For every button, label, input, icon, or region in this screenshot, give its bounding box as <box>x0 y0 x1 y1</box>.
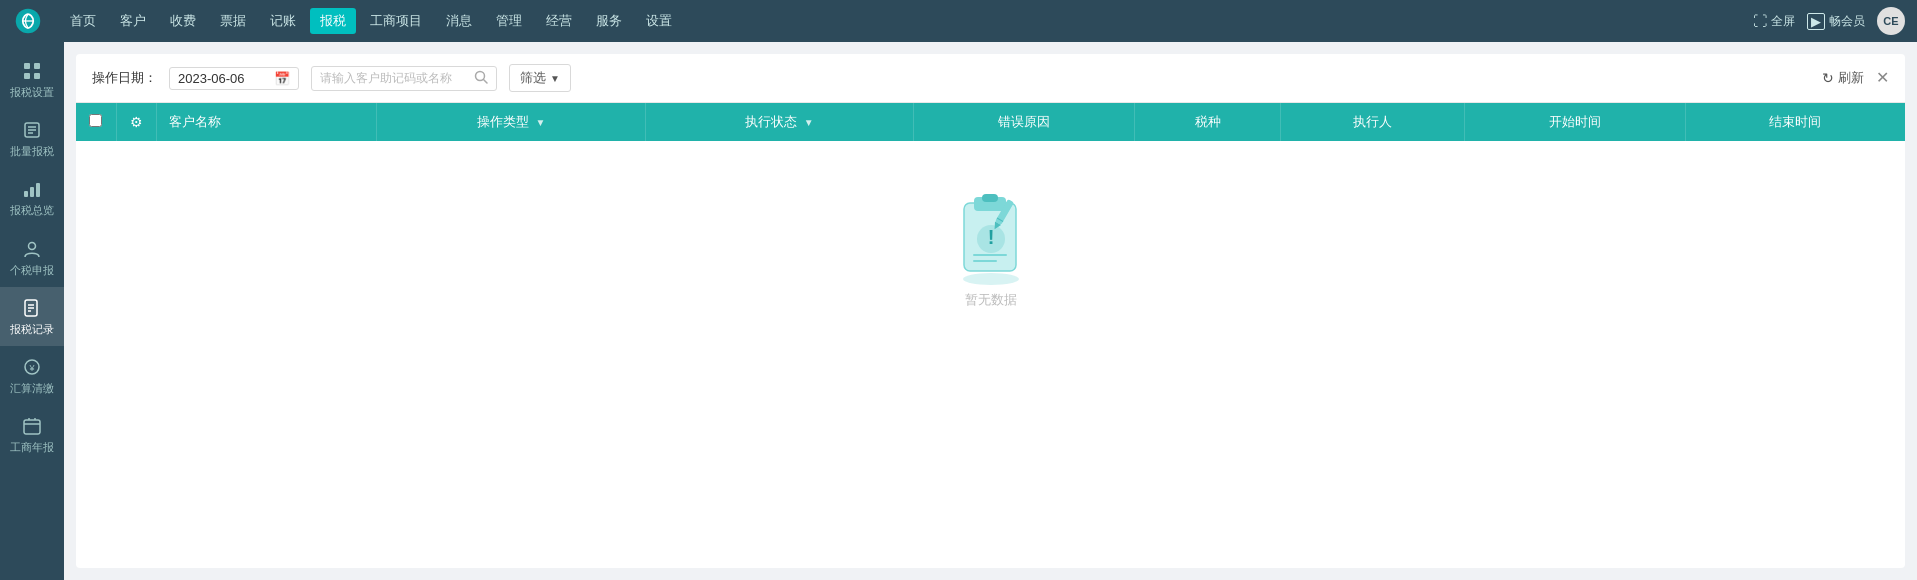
batch-tax-icon <box>21 119 43 141</box>
fullscreen-label: 全屏 <box>1771 13 1795 30</box>
svg-rect-9 <box>24 191 28 197</box>
sidebar-label-tax-settings: 报税设置 <box>10 86 54 99</box>
sidebar-item-tax-settings[interactable]: 报税设置 <box>0 50 64 109</box>
refresh-label: 刷新 <box>1838 69 1864 87</box>
svg-rect-2 <box>34 63 40 69</box>
sidebar-item-tax-records[interactable]: 报税记录 <box>0 287 64 346</box>
nav-manage[interactable]: 管理 <box>486 8 532 34</box>
nav-tax[interactable]: 报税 <box>310 8 356 34</box>
search-icon[interactable] <box>474 70 488 87</box>
nav-client[interactable]: 客户 <box>110 8 156 34</box>
calendar-icon: 📅 <box>274 71 290 86</box>
nav-service[interactable]: 服务 <box>586 8 632 34</box>
tax-overview-icon <box>21 178 43 200</box>
th-checkbox[interactable] <box>76 103 116 141</box>
nav-home[interactable]: 首页 <box>60 8 106 34</box>
nav-bookkeeping[interactable]: 记账 <box>260 8 306 34</box>
settings-icon: ⚙ <box>130 114 143 130</box>
nav-business[interactable]: 工商项目 <box>360 8 432 34</box>
main-layout: 报税设置 批量报税 报税总览 <box>0 42 1917 580</box>
sidebar-item-tax-overview[interactable]: 报税总览 <box>0 168 64 227</box>
sidebar-label-batch-tax: 批量报税 <box>10 145 54 158</box>
user-initials: CE <box>1883 15 1898 27</box>
select-all-checkbox[interactable] <box>89 114 102 127</box>
sidebar-item-annual-report[interactable]: 工商年报 <box>0 405 64 464</box>
empty-illustration: ! <box>936 181 1046 291</box>
table-container: ⚙ 客户名称 操作类型 ▼ 执行状态 ▼ <box>76 103 1905 568</box>
nav-fee[interactable]: 收费 <box>160 8 206 34</box>
th-client-name: 客户名称 <box>156 103 377 141</box>
date-picker[interactable]: 📅 <box>169 67 299 90</box>
annual-report-icon <box>21 415 43 437</box>
svg-rect-11 <box>36 183 40 197</box>
refresh-button[interactable]: ↻ 刷新 <box>1822 69 1864 87</box>
toolbar-right: ↻ 刷新 ✕ <box>1822 69 1889 87</box>
settlement-icon: ¥ <box>21 356 43 378</box>
empty-state: ! <box>76 141 1905 329</box>
svg-text:!: ! <box>987 226 994 248</box>
search-input[interactable] <box>320 71 470 85</box>
filter-label: 筛选 <box>520 69 546 87</box>
nav-items: 首页 客户 收费 票据 记账 报税 工商项目 消息 管理 经营 服务 设置 <box>60 8 1753 34</box>
nav-settings[interactable]: 设置 <box>636 8 682 34</box>
refresh-icon: ↻ <box>1822 70 1834 86</box>
top-nav-right: ⛶ 全屏 ▶ 畅会员 CE <box>1753 7 1905 35</box>
svg-line-24 <box>484 79 488 83</box>
sidebar-label-tax-overview: 报税总览 <box>10 204 54 217</box>
member-button[interactable]: ▶ 畅会员 <box>1807 13 1865 30</box>
sort-icon-operation: ▼ <box>535 117 545 128</box>
sidebar-item-settlement[interactable]: ¥ 汇算清缴 <box>0 346 64 405</box>
nav-message[interactable]: 消息 <box>436 8 482 34</box>
tax-records-icon <box>21 297 43 319</box>
th-executor: 执行人 <box>1281 103 1465 141</box>
date-label: 操作日期： <box>92 69 157 87</box>
svg-point-25 <box>963 273 1019 285</box>
empty-state-row: ! <box>76 141 1905 329</box>
tax-settings-icon <box>21 60 43 82</box>
sidebar: 报税设置 批量报税 报税总览 <box>0 42 64 580</box>
chevron-down-icon: ▼ <box>550 73 560 84</box>
th-error-reason: 错误原因 <box>914 103 1135 141</box>
app-logo[interactable] <box>12 5 44 37</box>
svg-rect-1 <box>24 63 30 69</box>
th-exec-status[interactable]: 执行状态 ▼ <box>645 103 913 141</box>
th-settings[interactable]: ⚙ <box>116 103 156 141</box>
th-operation-type[interactable]: 操作类型 ▼ <box>377 103 645 141</box>
date-input[interactable] <box>178 71 268 86</box>
search-box[interactable] <box>311 66 497 91</box>
svg-rect-4 <box>34 73 40 79</box>
personal-tax-icon <box>21 238 43 260</box>
member-icon: ▶ <box>1807 13 1825 30</box>
nav-operation[interactable]: 经营 <box>536 8 582 34</box>
sidebar-item-personal-tax[interactable]: 个税申报 <box>0 228 64 287</box>
sidebar-label-annual-report: 工商年报 <box>10 441 54 454</box>
svg-rect-19 <box>24 420 40 434</box>
sidebar-label-tax-records: 报税记录 <box>10 323 54 336</box>
fullscreen-icon: ⛶ <box>1753 13 1767 29</box>
svg-rect-10 <box>30 187 34 197</box>
th-end-time: 结束时间 <box>1685 103 1905 141</box>
filter-button[interactable]: 筛选 ▼ <box>509 64 571 92</box>
svg-point-12 <box>29 242 36 249</box>
empty-text: 暂无数据 <box>965 291 1017 309</box>
member-label: 畅会员 <box>1829 13 1865 30</box>
content-area: 操作日期： 📅 筛选 ▼ ↻ <box>64 42 1917 580</box>
nav-ticket[interactable]: 票据 <box>210 8 256 34</box>
sidebar-label-settlement: 汇算清缴 <box>10 382 54 395</box>
sidebar-label-personal-tax: 个税申报 <box>10 264 54 277</box>
th-tax-type: 税种 <box>1135 103 1281 141</box>
sidebar-item-batch-tax[interactable]: 批量报税 <box>0 109 64 168</box>
top-nav: 首页 客户 收费 票据 记账 报税 工商项目 消息 管理 经营 服务 设置 ⛶ … <box>0 0 1917 42</box>
fullscreen-button[interactable]: ⛶ 全屏 <box>1753 13 1795 30</box>
toolbar: 操作日期： 📅 筛选 ▼ ↻ <box>76 54 1905 103</box>
records-table: ⚙ 客户名称 操作类型 ▼ 执行状态 ▼ <box>76 103 1905 329</box>
user-avatar[interactable]: CE <box>1877 7 1905 35</box>
sort-icon-status: ▼ <box>804 117 814 128</box>
svg-rect-3 <box>24 73 30 79</box>
svg-rect-28 <box>982 194 998 202</box>
close-button[interactable]: ✕ <box>1876 70 1889 86</box>
svg-text:¥: ¥ <box>28 363 35 373</box>
table-header-row: ⚙ 客户名称 操作类型 ▼ 执行状态 ▼ <box>76 103 1905 141</box>
th-start-time: 开始时间 <box>1465 103 1686 141</box>
